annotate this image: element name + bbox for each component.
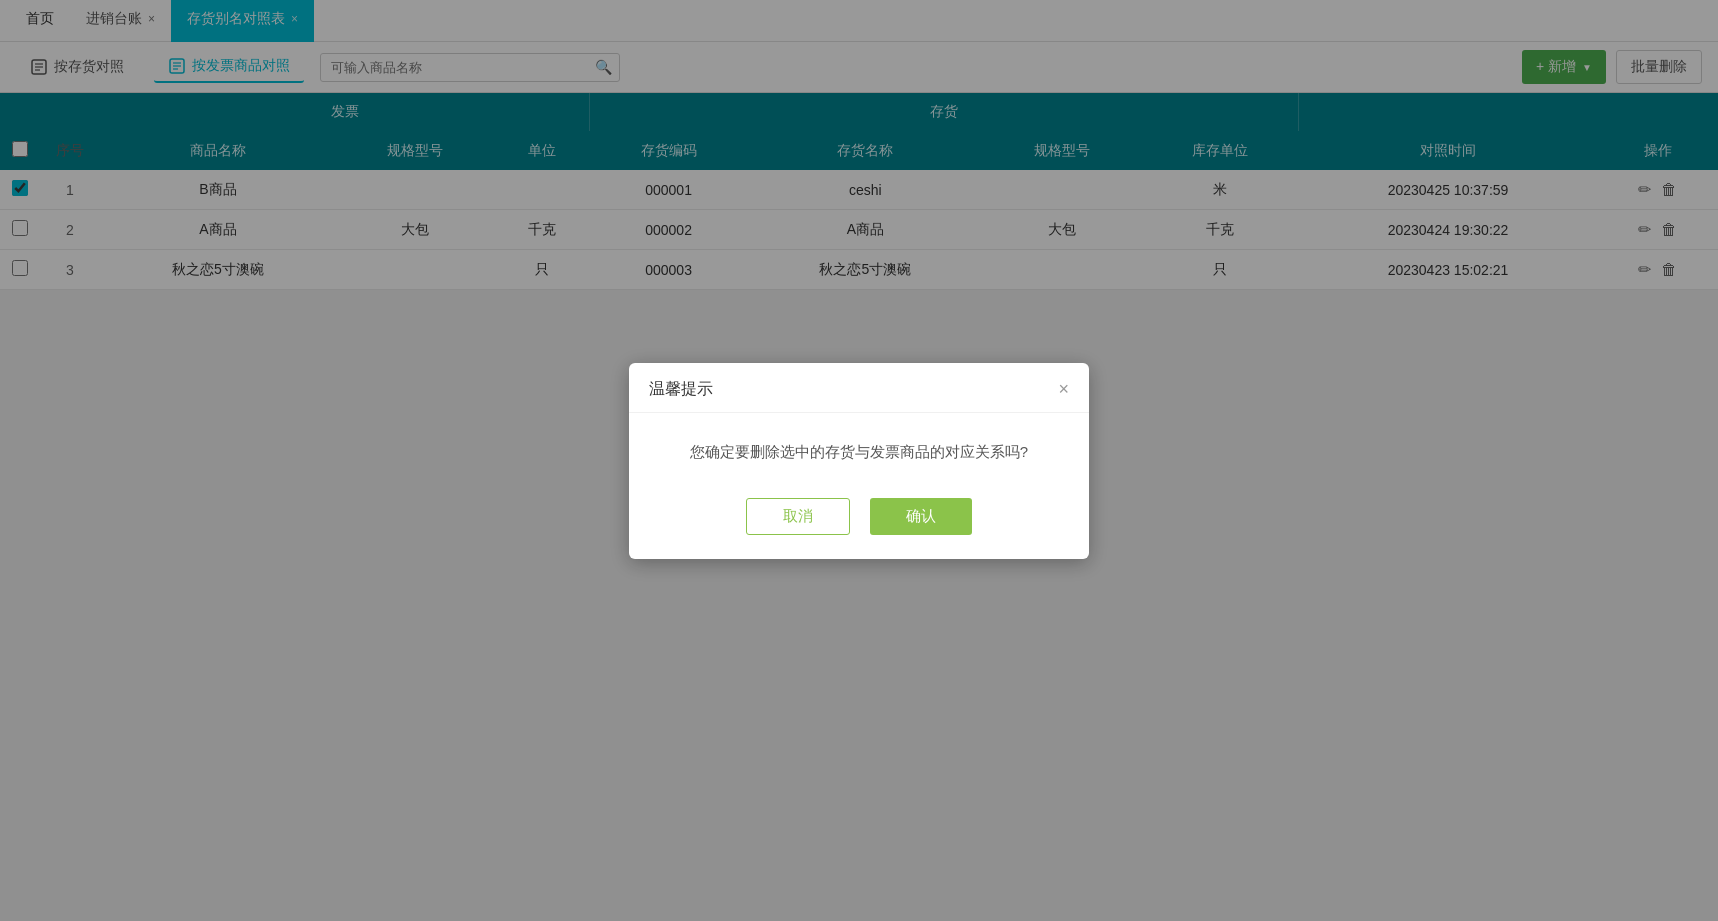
dialog-overlay: 温馨提示 × 您确定要删除选中的存货与发票商品的对应关系吗? 取消 确认 bbox=[0, 0, 1718, 290]
